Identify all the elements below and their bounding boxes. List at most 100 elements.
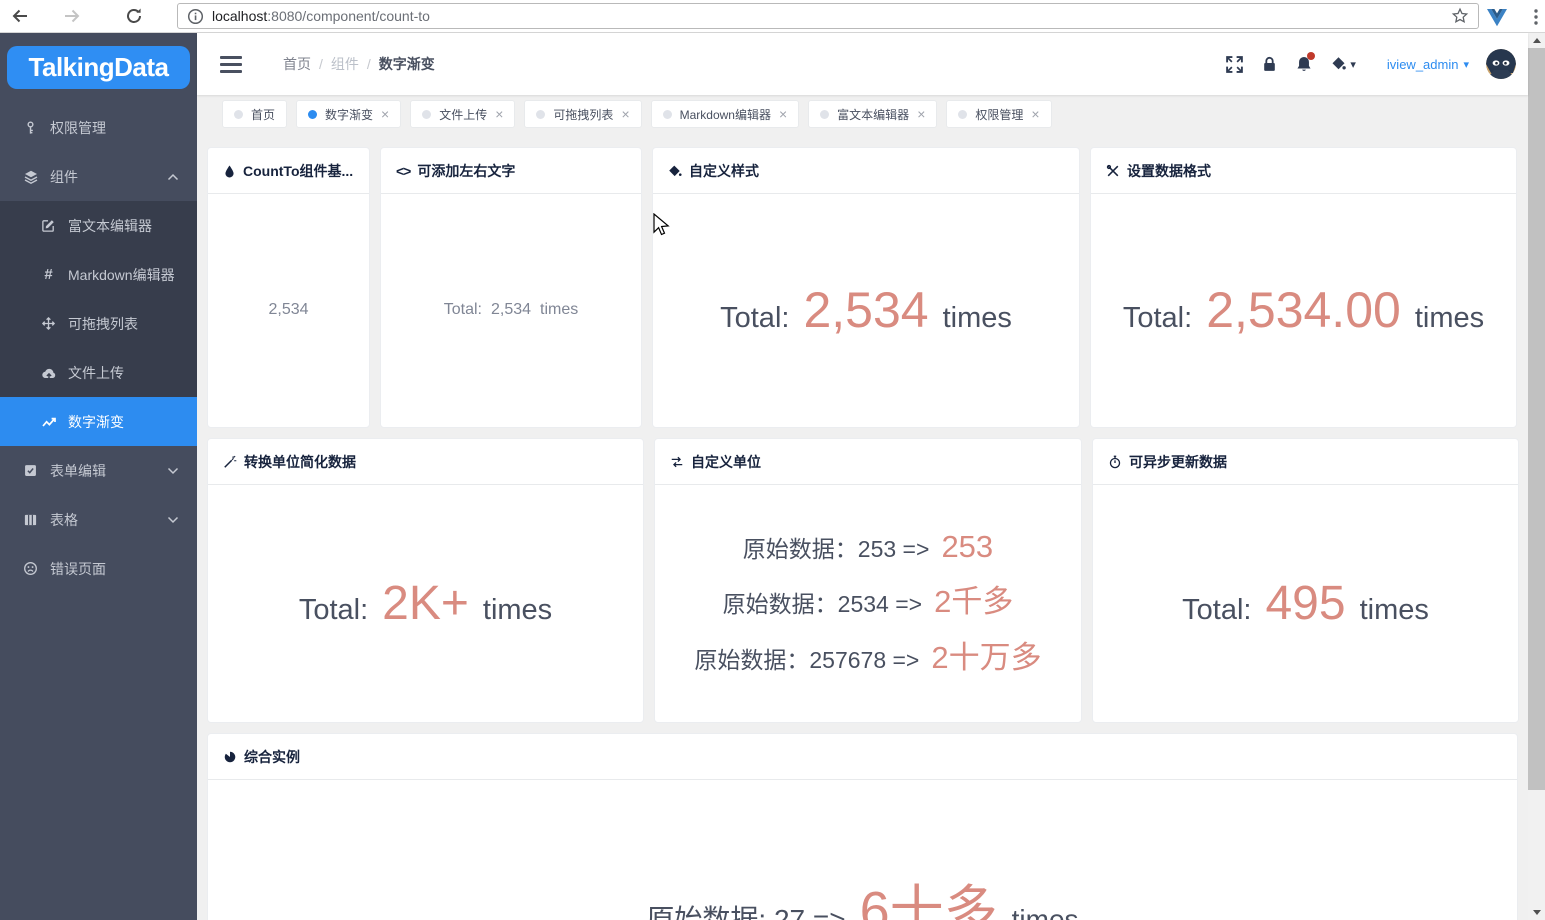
sidebar-item-rich-text-editor[interactable]: 富文本编辑器: [0, 201, 197, 250]
sidebar-item-form-editor[interactable]: 表单编辑: [0, 446, 197, 495]
count-prefix: Total:: [443, 301, 482, 318]
close-icon[interactable]: ×: [779, 107, 787, 121]
sidebar-item-components[interactable]: 组件: [0, 152, 197, 201]
close-icon[interactable]: ×: [1031, 107, 1039, 121]
card-title: CountTo组件基...: [243, 162, 354, 179]
browser-menu-icon[interactable]: [1527, 7, 1545, 27]
scroll-up-arrow[interactable]: [1528, 33, 1545, 48]
raw-data-label: 原始数据: 27 =>: [646, 904, 846, 920]
breadcrumb: 首页 / 组件 / 数字渐变: [283, 54, 435, 74]
sidebar-item-count-to[interactable]: 数字渐变: [0, 397, 197, 446]
tag-label: 首页: [251, 107, 276, 122]
count-value: 495: [1265, 576, 1346, 630]
move-icon: [40, 316, 57, 331]
url-text: localhost:8080/component/count-to: [212, 8, 430, 24]
vue-devtools-icon[interactable]: [1486, 8, 1508, 27]
count-value: 2,534: [803, 282, 929, 338]
sidebar-item-label: 错误页面: [50, 560, 106, 577]
close-icon[interactable]: ×: [917, 107, 925, 121]
card-countto-basic: CountTo组件基... 2,534: [207, 147, 370, 428]
sidebar-item-label: 表单编辑: [50, 462, 106, 479]
unit-examples: 原始数据：253 => 253 原始数据：2534 => 2千多 原始数据：25…: [694, 529, 1041, 677]
card-title: 可异步更新数据: [1129, 453, 1227, 470]
lock-icon[interactable]: [1261, 55, 1278, 73]
count-line: Total: 495 times: [1182, 576, 1429, 631]
card-header: CountTo组件基...: [208, 148, 369, 194]
count-line: Total: 2,534 times: [720, 281, 1012, 339]
browser-reload-button[interactable]: [124, 6, 144, 26]
avatar[interactable]: [1486, 49, 1516, 79]
sidebar-item-file-upload[interactable]: 文件上传: [0, 348, 197, 397]
count-suffix: times: [482, 593, 553, 626]
tag-dot-icon: [308, 109, 318, 119]
sidebar-item-markdown-editor[interactable]: # Markdown编辑器: [0, 250, 197, 299]
table-icon: [22, 513, 39, 527]
close-icon[interactable]: ×: [381, 107, 389, 121]
user-menu[interactable]: iview_admin ▾: [1387, 57, 1469, 72]
count-prefix: Total:: [1182, 593, 1252, 626]
sidebar-item-label: 富文本编辑器: [68, 217, 152, 234]
page-info-icon[interactable]: [187, 8, 204, 25]
tag-permissions[interactable]: 权限管理 ×: [946, 100, 1052, 128]
count-value: 2K+: [382, 576, 469, 630]
count-line: Total: 2K+ times: [299, 576, 552, 631]
notification-bell-icon[interactable]: [1295, 51, 1316, 74]
key-icon: [22, 120, 39, 136]
tag-draggable-list[interactable]: 可拖拽列表 ×: [524, 100, 642, 128]
sidebar-item-permissions[interactable]: 权限管理: [0, 103, 197, 152]
sidebar-item-label: 组件: [50, 168, 78, 185]
tag-file-upload[interactable]: 文件上传 ×: [410, 100, 516, 128]
card-title: 设置数据格式: [1127, 162, 1211, 179]
sidebar-item-label: 表格: [50, 511, 78, 528]
sidebar-item-label: 可拖拽列表: [68, 315, 138, 332]
converted-value: 253: [941, 529, 994, 564]
tag-rich-text-editor[interactable]: 富文本编辑器 ×: [808, 100, 938, 128]
breadcrumb-current: 数字渐变: [378, 56, 435, 72]
close-icon[interactable]: ×: [621, 107, 629, 121]
breadcrumb-home[interactable]: 首页: [283, 54, 311, 74]
count-suffix: times: [1011, 904, 1079, 920]
count-line: Total: 2,534.00 times: [1123, 281, 1484, 339]
water-drop-icon: [223, 164, 236, 178]
cloud-upload-icon: [40, 366, 57, 380]
tag-dot-icon: [234, 109, 243, 119]
card-header: <> 可添加左右文字: [381, 148, 641, 194]
tag-label: Markdown编辑器: [679, 107, 771, 122]
url-bar[interactable]: localhost:8080/component/count-to: [177, 3, 1479, 29]
close-icon[interactable]: ×: [495, 107, 503, 121]
card-header: 自定义单位: [655, 439, 1081, 485]
count-suffix: times: [942, 302, 1012, 334]
sidebar-item-tables[interactable]: 表格: [0, 495, 197, 544]
scrollbar-thumb[interactable]: [1528, 48, 1545, 790]
tag-markdown-editor[interactable]: Markdown编辑器 ×: [650, 100, 800, 128]
page-scrollbar[interactable]: [1528, 33, 1545, 920]
converted-value: 2千多: [934, 584, 1014, 619]
paint-bucket-icon: [668, 164, 682, 178]
browser-forward-button[interactable]: [62, 6, 82, 26]
count-prefix: Total:: [298, 593, 369, 626]
browser-toolbar: localhost:8080/component/count-to: [0, 0, 1545, 33]
bookmark-star-icon[interactable]: [1451, 7, 1469, 25]
card-countto-simplify: 转换单位简化数据 Total: 2K+ times: [207, 438, 644, 723]
tag-label: 富文本编辑器: [837, 107, 910, 122]
card-title: 可添加左右文字: [417, 162, 516, 179]
tag-home[interactable]: 首页: [222, 100, 288, 128]
notification-badge: [1307, 51, 1316, 60]
chevron-down-icon: ▾: [1463, 58, 1469, 71]
trending-up-icon: [40, 415, 57, 429]
app-logo[interactable]: TalkingData: [7, 46, 190, 89]
raw-data-label: 原始数据：257678 =>: [694, 647, 920, 673]
card-countto-async: 可异步更新数据 Total: 495 times: [1092, 438, 1519, 723]
layers-icon: [22, 169, 39, 185]
tag-count-to[interactable]: 数字渐变 ×: [296, 100, 402, 128]
theme-switcher[interactable]: ▾: [1330, 56, 1356, 72]
sidebar-toggle-icon[interactable]: [220, 55, 242, 73]
fullscreen-icon[interactable]: [1225, 55, 1244, 74]
browser-back-button[interactable]: [10, 6, 30, 26]
sidebar-item-error-pages[interactable]: 错误页面: [0, 544, 197, 593]
sidebar-item-draggable-list[interactable]: 可拖拽列表: [0, 299, 197, 348]
scroll-down-arrow[interactable]: [1528, 905, 1545, 920]
breadcrumb-components[interactable]: 组件: [331, 54, 359, 74]
breadcrumb-separator: /: [319, 56, 323, 72]
count-value: 2,534: [490, 301, 532, 318]
